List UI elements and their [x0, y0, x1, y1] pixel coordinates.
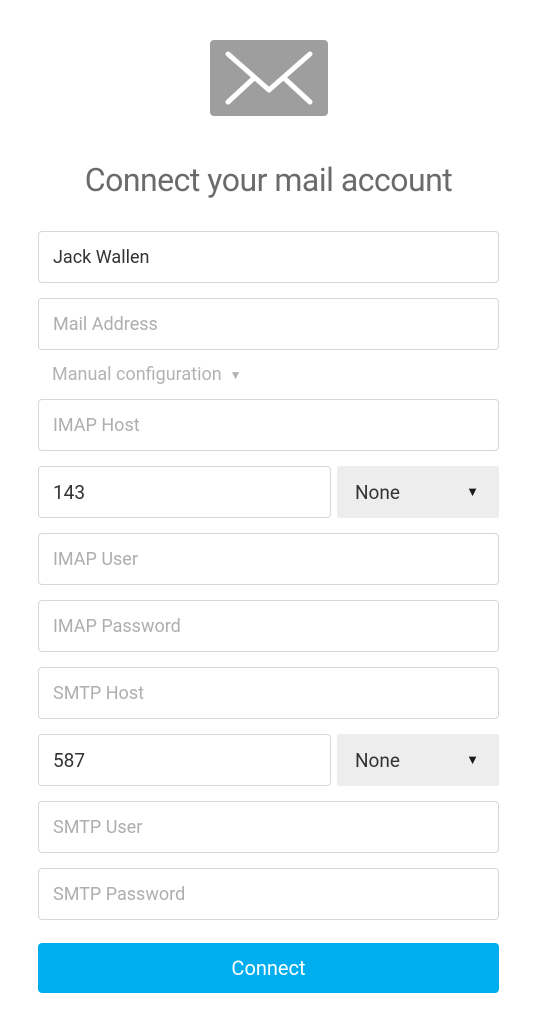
chevron-down-icon: ▼	[466, 484, 479, 500]
imap-port-field[interactable]	[38, 466, 331, 518]
smtp-port-row: None ▼	[38, 734, 499, 786]
smtp-port-field[interactable]	[38, 734, 331, 786]
imap-host-field[interactable]	[38, 399, 499, 451]
imap-encryption-select[interactable]: None ▼	[337, 466, 499, 518]
smtp-user-field[interactable]	[38, 801, 499, 853]
manual-config-toggle[interactable]: Manual configuration ▼	[38, 362, 499, 387]
mail-setup-form: Manual configuration ▼ None ▼ None ▼ Con…	[38, 231, 499, 993]
imap-encryption-value: None	[355, 481, 400, 504]
smtp-encryption-value: None	[355, 749, 400, 772]
imap-user-field[interactable]	[38, 533, 499, 585]
page-title: Connect your mail account	[38, 161, 499, 199]
connect-button[interactable]: Connect	[38, 943, 499, 993]
mail-address-field[interactable]	[38, 298, 499, 350]
imap-password-field[interactable]	[38, 600, 499, 652]
header-icon-wrap	[38, 40, 499, 116]
name-field[interactable]	[38, 231, 499, 283]
mail-icon	[210, 40, 328, 116]
imap-port-row: None ▼	[38, 466, 499, 518]
smtp-host-field[interactable]	[38, 667, 499, 719]
smtp-encryption-select[interactable]: None ▼	[337, 734, 499, 786]
chevron-down-icon: ▼	[466, 752, 479, 768]
manual-config-label: Manual configuration	[52, 364, 222, 385]
caret-down-icon: ▼	[230, 368, 242, 382]
smtp-password-field[interactable]	[38, 868, 499, 920]
